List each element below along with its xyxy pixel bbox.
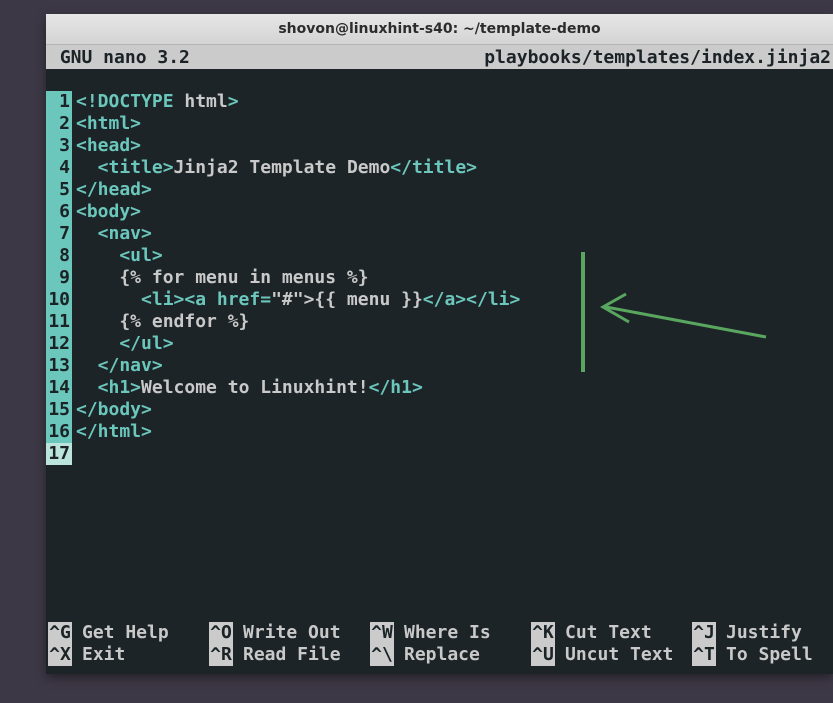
line-number: 4 (46, 157, 72, 179)
shortcut-label: Write Out (233, 622, 341, 644)
code-text (72, 443, 76, 465)
code-text: </html> (72, 421, 152, 443)
code-text: <h1>Welcome to Linuxhint!</h1> (72, 377, 423, 399)
code-text: {% endfor %} (72, 311, 249, 333)
code-line[interactable]: 7 <nav> (46, 223, 833, 245)
code-line[interactable]: 6<body> (46, 201, 833, 223)
code-line[interactable]: 11 {% endfor %} (46, 311, 833, 333)
shortcut-label: Justify (716, 622, 802, 644)
line-number: 13 (46, 355, 72, 377)
code-line[interactable]: 15</body> (46, 399, 833, 421)
footer-row-1: ^GGet Help^OWrite Out^WWhere Is^KCut Tex… (46, 622, 833, 644)
terminal-window: shovon@linuxhint-s40: ~/template-demo GN… (46, 14, 833, 674)
code-line[interactable]: 8 <ul> (46, 245, 833, 267)
line-number: 12 (46, 333, 72, 355)
shortcut-exit[interactable]: ^XExit (48, 644, 209, 666)
code-line[interactable]: 10 <li><a href="#">{{ menu }}</a></li> (46, 289, 833, 311)
shortcut-uncut-text[interactable]: ^UUncut Text (531, 644, 692, 666)
shortcut-justify[interactable]: ^JJustify (692, 622, 832, 644)
shortcut-replace[interactable]: ^\Replace (370, 644, 531, 666)
shortcut-cut-text[interactable]: ^KCut Text (531, 622, 692, 644)
editor-blank-row (46, 69, 833, 91)
line-number: 11 (46, 311, 72, 333)
code-text: </body> (72, 399, 152, 421)
line-number: 5 (46, 179, 72, 201)
code-text: <html> (72, 113, 141, 135)
nano-filename: playbooks/templates/index.jinja2 (484, 47, 833, 68)
window-title-text: shovon@linuxhint-s40: ~/template-demo (278, 21, 600, 37)
window-titlebar[interactable]: shovon@linuxhint-s40: ~/template-demo (46, 14, 833, 45)
editor-body[interactable]: 1<!DOCTYPE html>2<html>3<head>4 <title>J… (46, 91, 833, 465)
shortcut-key: ^U (531, 644, 555, 666)
shortcut-key: ^J (692, 622, 716, 644)
code-line[interactable]: 2<html> (46, 113, 833, 135)
code-text: </head> (72, 179, 152, 201)
shortcut-label: Read File (233, 644, 341, 666)
code-line[interactable]: 16</html> (46, 421, 833, 443)
shortcut-label: Replace (394, 644, 480, 666)
line-number: 2 (46, 113, 72, 135)
shortcut-key: ^T (692, 644, 716, 666)
shortcut-label: To Spell (716, 644, 813, 666)
nano-app-name: GNU nano 3.2 (49, 47, 190, 68)
line-number: 7 (46, 223, 72, 245)
shortcut-get-help[interactable]: ^GGet Help (48, 622, 209, 644)
shortcut-label: Uncut Text (555, 644, 673, 666)
code-text: <title>Jinja2 Template Demo</title> (72, 157, 477, 179)
shortcut-key: ^G (48, 622, 72, 644)
code-line[interactable]: 9 {% for menu in menus %} (46, 267, 833, 289)
code-line[interactable]: 14 <h1>Welcome to Linuxhint!</h1> (46, 377, 833, 399)
shortcut-label: Cut Text (555, 622, 652, 644)
code-text: <!DOCTYPE html> (72, 91, 239, 113)
line-number: 3 (46, 135, 72, 157)
shortcut-key: ^X (48, 644, 72, 666)
shortcut-key: ^W (370, 622, 394, 644)
line-number: 14 (46, 377, 72, 399)
shortcut-key: ^K (531, 622, 555, 644)
code-text: <ul> (72, 245, 163, 267)
shortcut-read-file[interactable]: ^RRead File (209, 644, 370, 666)
code-line[interactable]: 12 </ul> (46, 333, 833, 355)
line-number: 8 (46, 245, 72, 267)
code-line[interactable]: 1<!DOCTYPE html> (46, 91, 833, 113)
line-number: 6 (46, 201, 72, 223)
code-text: <li><a href="#">{{ menu }}</a></li> (72, 289, 520, 311)
shortcut-write-out[interactable]: ^OWrite Out (209, 622, 370, 644)
code-line[interactable]: 4 <title>Jinja2 Template Demo</title> (46, 157, 833, 179)
code-line[interactable]: 5</head> (46, 179, 833, 201)
shortcut-to-spell[interactable]: ^TTo Spell (692, 644, 832, 666)
code-text: <head> (72, 135, 141, 157)
code-line[interactable]: 13 </nav> (46, 355, 833, 377)
line-number: 16 (46, 421, 72, 443)
footer-row-2: ^XExit^RRead File^\Replace^UUncut Text^T… (46, 644, 833, 666)
line-number: 1 (46, 91, 72, 113)
nano-header: GNU nano 3.2 playbooks/templates/index.j… (46, 45, 833, 69)
code-text: </ul> (72, 333, 174, 355)
shortcut-key: ^\ (370, 644, 394, 666)
line-number: 9 (46, 267, 72, 289)
code-text: <body> (72, 201, 141, 223)
shortcut-key: ^O (209, 622, 233, 644)
shortcut-label: Exit (72, 644, 125, 666)
code-text: <nav> (72, 223, 152, 245)
shortcut-label: Get Help (72, 622, 169, 644)
line-number: 17 (46, 443, 72, 465)
code-text: {% for menu in menus %} (72, 267, 369, 289)
shortcut-key: ^R (209, 644, 233, 666)
shortcut-label: Where Is (394, 622, 491, 644)
line-number: 10 (46, 289, 72, 311)
line-number: 15 (46, 399, 72, 421)
code-line[interactable]: 3<head> (46, 135, 833, 157)
code-line[interactable]: 17 (46, 443, 833, 465)
shortcut-where-is[interactable]: ^WWhere Is (370, 622, 531, 644)
nano-footer: ^GGet Help^OWrite Out^WWhere Is^KCut Tex… (46, 622, 833, 666)
code-text: </nav> (72, 355, 163, 377)
